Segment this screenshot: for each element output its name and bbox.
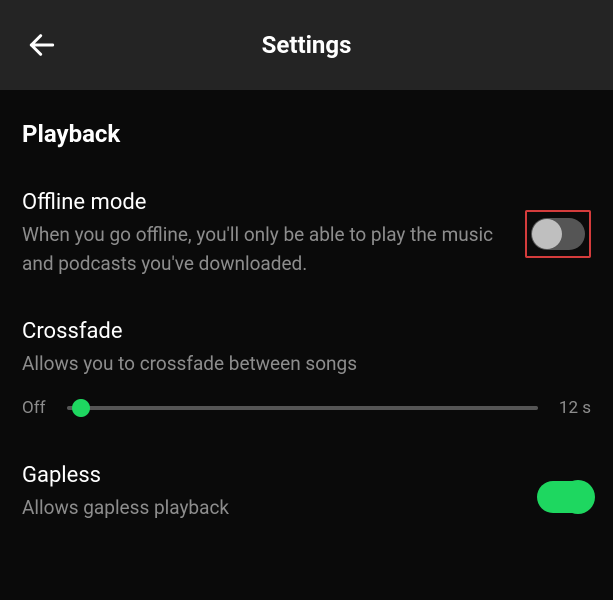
offline-mode-description: When you go offline, you'll only be able…	[22, 220, 505, 279]
crossfade-label: Crossfade	[22, 319, 571, 344]
crossfade-slider-row: Off 12 s	[22, 398, 591, 418]
gapless-toggle[interactable]	[537, 481, 591, 513]
crossfade-description: Allows you to crossfade between songs	[22, 349, 571, 378]
gapless-toggle-wrap	[537, 481, 591, 513]
toggle-knob-icon	[561, 480, 595, 514]
offline-mode-toggle[interactable]	[531, 218, 585, 250]
settings-header: Settings	[0, 0, 613, 90]
setting-offline-text: Offline mode When you go offline, you'll…	[22, 190, 525, 279]
setting-gapless-text: Gapless Allows gapless playback	[22, 463, 537, 522]
crossfade-slider-max-label: 12 s	[553, 398, 591, 418]
settings-content: Playback Offline mode When you go offlin…	[0, 90, 613, 523]
gapless-description: Allows gapless playback	[22, 493, 517, 522]
setting-offline-mode: Offline mode When you go offline, you'll…	[22, 190, 591, 279]
setting-crossfade-text: Crossfade Allows you to crossfade betwee…	[22, 319, 591, 378]
toggle-knob-icon	[532, 219, 562, 249]
back-button[interactable]	[22, 25, 62, 65]
slider-thumb-icon	[72, 399, 90, 417]
offline-mode-label: Offline mode	[22, 190, 505, 215]
setting-gapless: Gapless Allows gapless playback	[22, 463, 591, 522]
crossfade-slider[interactable]	[67, 406, 538, 410]
gapless-label: Gapless	[22, 463, 517, 488]
section-playback-title: Playback	[22, 120, 591, 148]
back-arrow-icon	[26, 29, 58, 61]
page-title: Settings	[262, 31, 352, 59]
offline-toggle-highlight	[525, 210, 591, 258]
crossfade-slider-min-label: Off	[22, 398, 52, 418]
setting-crossfade: Crossfade Allows you to crossfade betwee…	[22, 319, 591, 378]
